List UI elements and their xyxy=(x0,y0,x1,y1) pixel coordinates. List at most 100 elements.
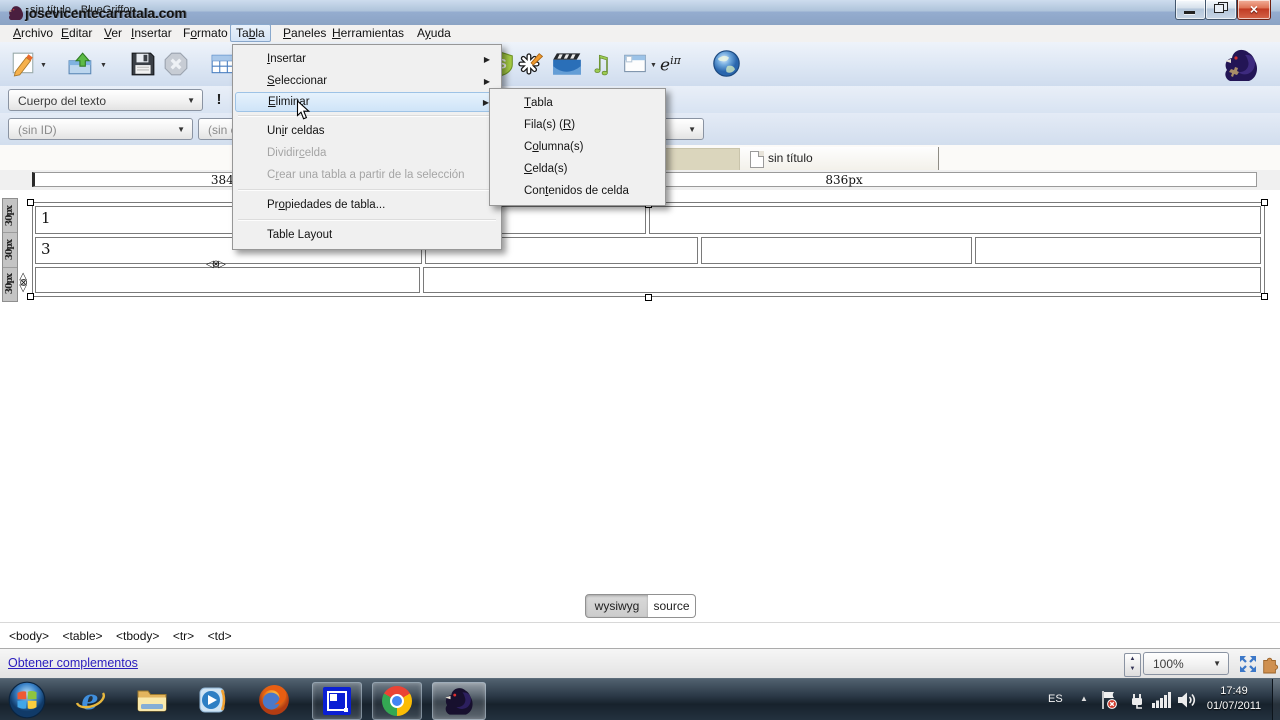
table-resize-handle[interactable] xyxy=(27,199,34,206)
submenuitem-columnas[interactable]: Co lumna(s) xyxy=(492,136,663,158)
windows-taskbar: e ES ▲ 17:49 01/07/2011 xyxy=(0,678,1280,720)
menu-editar[interactable]: Editar xyxy=(56,25,97,41)
menu-insertar[interactable]: Insertar xyxy=(126,25,177,41)
submenu-arrow-icon: ▶ xyxy=(483,76,490,86)
source-tab[interactable]: source xyxy=(648,594,696,618)
table-cell[interactable] xyxy=(701,237,972,264)
table-resize-handle[interactable] xyxy=(1261,293,1268,300)
menuitem-dividir-celda: Dividir c elda xyxy=(267,147,327,159)
svg-text:e: e xyxy=(81,685,98,716)
column-delete-marker[interactable]: ◁⊗▷ xyxy=(206,259,226,270)
menuitem-seleccionar[interactable]: Seleccionar ▶ xyxy=(235,70,499,92)
minimize-button[interactable] xyxy=(1175,0,1206,20)
paragraph-style-combobox[interactable]: Cuerpo del texto ▼ xyxy=(8,89,203,111)
path-tbody[interactable]: <tbody> xyxy=(116,629,159,643)
taskbar-firefox[interactable] xyxy=(250,682,298,718)
taskbar-internet-explorer[interactable]: e xyxy=(66,682,114,718)
menu-tabla[interactable]: Tabla xyxy=(230,24,271,42)
menu-herramientas[interactable]: Herramientas xyxy=(327,25,409,41)
tray-language[interactable]: ES xyxy=(1048,693,1063,720)
taskbar-media-player[interactable] xyxy=(188,682,236,718)
submenuitem-contenidos-celda[interactable]: Con t enidos de celda xyxy=(492,180,663,202)
edit-pencil-icon[interactable] xyxy=(10,51,36,77)
math-icon[interactable]: eiπ xyxy=(660,54,681,76)
volume-icon[interactable] xyxy=(1177,691,1197,709)
table-cell[interactable] xyxy=(975,237,1261,264)
open-dropdown-caret[interactable]: ▼ xyxy=(100,62,107,69)
save-icon[interactable] xyxy=(130,51,156,77)
mouse-cursor xyxy=(296,100,311,120)
zoom-combobox[interactable]: 100% ▼ xyxy=(1143,652,1229,675)
clock-date: 01/07/2011 xyxy=(1206,700,1262,712)
start-button[interactable] xyxy=(8,681,46,719)
table-cell[interactable] xyxy=(423,267,1261,293)
menu-formato[interactable]: Formato xyxy=(178,25,233,41)
svg-text:♫: ♫ xyxy=(590,51,611,77)
clock-time: 17:49 xyxy=(1220,685,1248,697)
wysiwyg-editing-area[interactable]: 30px 30px 30px 1 3 ◁⊗▷ ◁⊗▷ wysiwyg sourc… xyxy=(0,190,1280,622)
document-tab[interactable]: sin título xyxy=(740,147,939,170)
addons-flower-icon[interactable] xyxy=(517,51,543,77)
zoom-stepper[interactable]: ▲ ▼ xyxy=(1124,653,1141,677)
table-resize-handle[interactable] xyxy=(1261,199,1268,206)
menu-paneles[interactable]: Paneles xyxy=(278,25,331,41)
path-td[interactable]: <td> xyxy=(208,629,232,643)
menuitem-unir-celdas[interactable]: Un i r celdas xyxy=(235,120,499,142)
menu-ayuda[interactable]: Ayuda xyxy=(412,25,456,41)
browser-globe-icon[interactable] xyxy=(712,49,741,78)
menu-archivo[interactable]: Archivo xyxy=(8,25,58,41)
chrome-icon xyxy=(382,686,412,716)
menu-separator xyxy=(238,115,496,117)
audio-note-icon[interactable]: ♫ xyxy=(588,51,614,77)
menu-ver[interactable]: Ver xyxy=(99,25,127,41)
taskbar-explorer[interactable] xyxy=(128,682,176,718)
minimize-icon xyxy=(1184,11,1195,14)
action-center-flag-icon[interactable] xyxy=(1100,690,1118,710)
fullscreen-icon[interactable] xyxy=(1238,654,1258,674)
tray-hidden-icons-arrow[interactable]: ▲ xyxy=(1080,694,1088,720)
selected-table[interactable]: 1 3 xyxy=(32,202,1265,297)
menuitem-propiedades-tabla[interactable]: Pr o piedades de tabla... xyxy=(235,194,499,216)
path-tr[interactable]: <tr> xyxy=(173,629,194,643)
id-combobox[interactable]: (sin ID) ▼ xyxy=(8,118,193,140)
close-button[interactable]: × xyxy=(1237,0,1271,20)
table-cell[interactable] xyxy=(35,267,420,293)
element-path-statusbar: <body> <table> <tbody> <tr> <td> xyxy=(0,622,1280,649)
table-resize-handle[interactable] xyxy=(645,294,652,301)
menuitem-eliminar[interactable]: Eliminar ▶ xyxy=(235,92,499,112)
bluegriffon-icon xyxy=(445,688,473,715)
open-import-icon[interactable] xyxy=(68,51,94,77)
path-body[interactable]: <body> xyxy=(9,629,49,643)
chevron-down-icon: ▼ xyxy=(688,125,696,134)
restore-button[interactable] xyxy=(1205,0,1237,20)
tray-clock[interactable]: 17:49 01/07/2011 xyxy=(1200,684,1268,714)
get-addons-link[interactable]: Obtener complementos xyxy=(8,656,138,670)
submenuitem-tabla[interactable]: Tabla xyxy=(492,92,663,114)
row-delete-marker[interactable]: ◁⊗▷ xyxy=(17,273,28,291)
video-clapper-icon[interactable] xyxy=(551,51,583,77)
table-resize-handle[interactable] xyxy=(27,293,34,300)
network-signal-icon[interactable] xyxy=(1152,691,1172,709)
taskbar-chrome[interactable] xyxy=(372,682,422,720)
power-plug-icon[interactable] xyxy=(1128,690,1146,710)
path-table[interactable]: <table> xyxy=(63,629,103,643)
menuitem-table-layout[interactable]: Table Layout xyxy=(235,224,499,246)
panel-dropdown-caret[interactable]: ▼ xyxy=(650,62,657,69)
submenu-arrow-icon: ▶ xyxy=(483,54,490,64)
addons-puzzle-icon[interactable] xyxy=(1261,654,1279,674)
capture-app-icon xyxy=(323,687,351,715)
panel-window-icon[interactable] xyxy=(622,51,648,77)
edit-dropdown-caret[interactable]: ▼ xyxy=(40,62,47,69)
media-player-icon xyxy=(199,687,226,713)
main-toolbar: ▼ ▼ S ♫ ▼ eiπ xyxy=(0,42,1280,87)
submenuitem-celdas[interactable]: Celda(s) xyxy=(492,158,663,180)
wysiwyg-tab[interactable]: wysiwyg xyxy=(585,594,649,618)
taskbar-capture-app[interactable] xyxy=(312,682,362,720)
show-desktop-button[interactable] xyxy=(1272,679,1280,720)
table-cell[interactable] xyxy=(649,206,1261,234)
validation-warning-button[interactable]: ! xyxy=(210,89,228,110)
document-icon xyxy=(750,151,764,168)
taskbar-bluegriffon[interactable] xyxy=(432,682,486,720)
menuitem-insertar[interactable]: Insertar ▶ xyxy=(235,48,499,70)
submenuitem-filas[interactable]: Fila(s) (R) xyxy=(492,114,663,136)
